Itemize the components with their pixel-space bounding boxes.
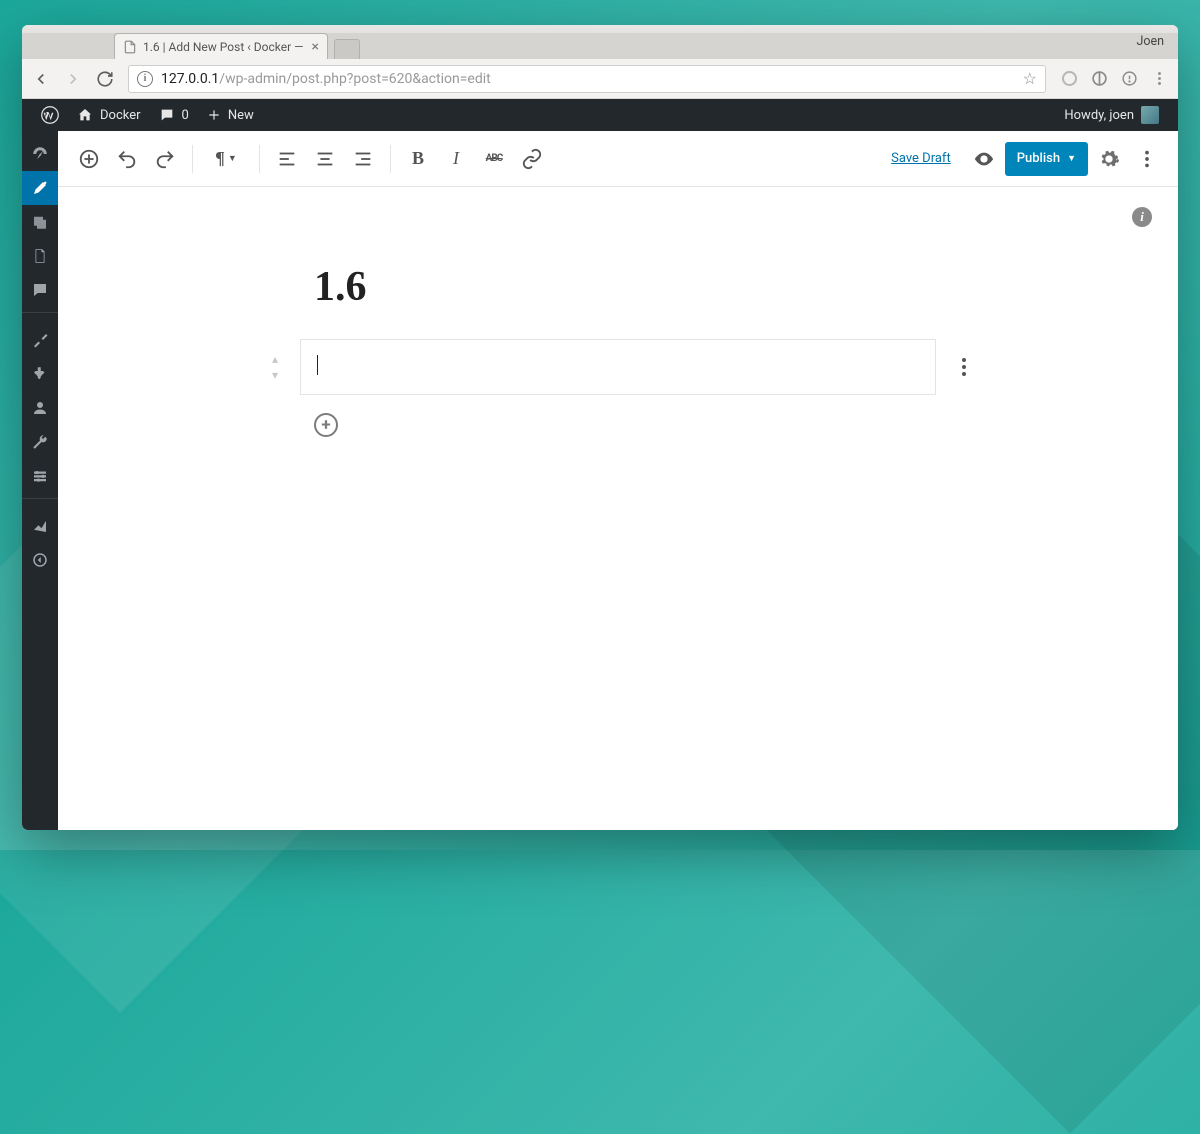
- save-draft-button[interactable]: Save Draft: [891, 151, 951, 166]
- sidebar-item-settings[interactable]: [22, 459, 58, 493]
- italic-button[interactable]: I: [439, 142, 473, 176]
- align-right-button[interactable]: [346, 142, 380, 176]
- text-cursor: [317, 355, 318, 375]
- account-menu[interactable]: Howdy, joen: [1055, 99, 1168, 131]
- more-options-button[interactable]: [1130, 142, 1164, 176]
- comments-link[interactable]: 0: [150, 99, 198, 131]
- os-username: Joen: [1136, 34, 1164, 49]
- sidebar-item-media[interactable]: [22, 205, 58, 239]
- preview-button[interactable]: [967, 142, 1001, 176]
- wp-logo-menu[interactable]: [32, 99, 68, 131]
- extension-icons: [1060, 70, 1168, 88]
- sidebar-item-gutenberg[interactable]: [22, 509, 58, 543]
- editor-toolbar: ¶▼ B I ABC Save Draft Publish▼: [58, 131, 1178, 187]
- titlebar: 1.6 | Add New Post ‹ Docker — × Joen: [22, 25, 1178, 59]
- howdy-text: Howdy, joen: [1064, 108, 1134, 123]
- sidebar-item-pages[interactable]: [22, 239, 58, 273]
- sidebar-item-appearance[interactable]: [22, 323, 58, 357]
- reload-button[interactable]: [96, 70, 114, 88]
- strikethrough-button[interactable]: ABC: [477, 142, 511, 176]
- bookmark-star-icon[interactable]: ☆: [1023, 69, 1037, 88]
- site-info-icon[interactable]: i: [137, 71, 153, 87]
- plus-icon: [207, 108, 221, 122]
- paragraph-block-wrap: ▴ ▾: [300, 339, 936, 395]
- site-name-link[interactable]: Docker: [68, 99, 150, 131]
- paragraph-type-button[interactable]: ¶▼: [203, 142, 249, 176]
- forward-button[interactable]: [64, 70, 82, 88]
- align-center-button[interactable]: [308, 142, 342, 176]
- avatar: [1141, 106, 1159, 124]
- publish-button[interactable]: Publish▼: [1005, 142, 1088, 176]
- page-icon: [123, 40, 137, 54]
- extension-icon-1[interactable]: [1060, 70, 1078, 88]
- sidebar-item-posts[interactable]: [22, 171, 58, 205]
- gutenberg-editor: ¶▼ B I ABC Save Draft Publish▼: [58, 131, 1178, 830]
- redo-button[interactable]: [148, 142, 182, 176]
- new-tab-button[interactable]: [334, 39, 360, 59]
- undo-button[interactable]: [110, 142, 144, 176]
- align-left-button[interactable]: [270, 142, 304, 176]
- move-up-icon[interactable]: ▴: [272, 352, 278, 366]
- wp-main: ¶▼ B I ABC Save Draft Publish▼: [22, 131, 1178, 830]
- address-field[interactable]: i 127.0.0.1/wp-admin/post.php?post=620&a…: [128, 65, 1046, 93]
- browser-window: 1.6 | Add New Post ‹ Docker — × Joen i 1…: [22, 25, 1178, 830]
- new-content-link[interactable]: New: [198, 99, 263, 131]
- page-content: Docker 0 New Howdy, joen: [22, 99, 1178, 830]
- sidebar-item-collapse[interactable]: [22, 543, 58, 577]
- tab-strip: 1.6 | Add New Post ‹ Docker — ×: [22, 33, 1178, 59]
- block-more-menu[interactable]: [962, 358, 966, 376]
- comment-icon: [159, 107, 175, 123]
- admin-sidebar: [22, 131, 58, 830]
- add-block-button[interactable]: +: [314, 413, 338, 437]
- url-text: 127.0.0.1/wp-admin/post.php?post=620&act…: [161, 71, 1015, 87]
- wp-admin-bar: Docker 0 New Howdy, joen: [22, 99, 1178, 131]
- post-title[interactable]: 1.6: [314, 263, 936, 311]
- wordpress-icon: [41, 106, 59, 124]
- sidebar-item-tools[interactable]: [22, 425, 58, 459]
- block-movers: ▴ ▾: [272, 352, 278, 382]
- new-label: New: [228, 108, 254, 123]
- editor-canvas[interactable]: i 1.6 ▴ ▾ +: [58, 187, 1178, 830]
- sidebar-item-plugins[interactable]: [22, 357, 58, 391]
- post-content: 1.6 ▴ ▾ +: [300, 263, 936, 437]
- home-icon: [77, 107, 93, 123]
- link-button[interactable]: [515, 142, 549, 176]
- extension-icon-3[interactable]: [1120, 70, 1138, 88]
- insert-block-button[interactable]: [72, 142, 106, 176]
- site-name: Docker: [100, 108, 141, 123]
- sidebar-item-comments[interactable]: [22, 273, 58, 307]
- bold-button[interactable]: B: [401, 142, 435, 176]
- tab-title: 1.6 | Add New Post ‹ Docker —: [143, 40, 306, 54]
- browser-tab[interactable]: 1.6 | Add New Post ‹ Docker — ×: [114, 33, 328, 59]
- settings-button[interactable]: [1092, 142, 1126, 176]
- sidebar-item-users[interactable]: [22, 391, 58, 425]
- info-icon[interactable]: i: [1132, 207, 1152, 227]
- browser-menu-icon[interactable]: [1150, 70, 1168, 88]
- url-bar: i 127.0.0.1/wp-admin/post.php?post=620&a…: [22, 59, 1178, 99]
- paragraph-block[interactable]: [300, 339, 936, 395]
- move-down-icon[interactable]: ▾: [272, 368, 278, 382]
- sidebar-item-dashboard[interactable]: [22, 137, 58, 171]
- extension-icon-2[interactable]: [1090, 70, 1108, 88]
- comment-count: 0: [182, 108, 189, 123]
- close-tab-icon[interactable]: ×: [312, 39, 319, 55]
- back-button[interactable]: [32, 70, 50, 88]
